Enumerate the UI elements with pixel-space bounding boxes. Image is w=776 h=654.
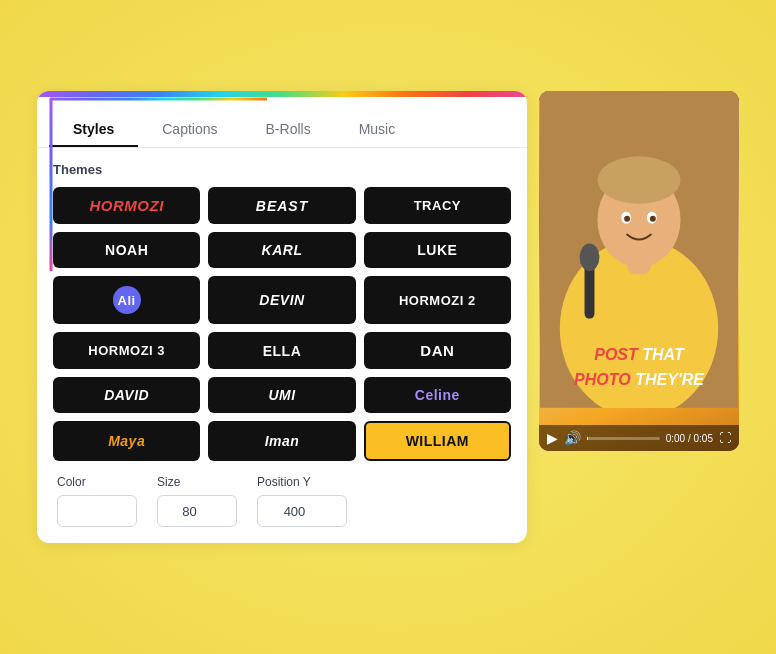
progress-fill (587, 437, 588, 440)
theme-button-iman[interactable]: Iman (208, 421, 355, 461)
subtitle-overlay: POST THAT PHOTO THEY'RE (539, 344, 739, 391)
size-input[interactable] (157, 495, 237, 527)
video-controls-bar: ▶ 🔊 0:00 / 0:05 ⛶ (539, 425, 739, 451)
volume-button[interactable]: 🔊 (564, 431, 581, 445)
time-display: 0:00 / 0:05 (666, 433, 713, 444)
theme-button-beast[interactable]: BEAST (208, 187, 355, 224)
subtitle-line1: POST THAT (547, 344, 731, 366)
size-control: Size (157, 475, 237, 527)
theme-button-karl[interactable]: KARL (208, 232, 355, 268)
ali-circle-badge: Ali (113, 286, 141, 314)
color-swatch[interactable] (57, 495, 137, 527)
theme-button-luke[interactable]: LUKE (364, 232, 511, 268)
tab-music[interactable]: Music (335, 113, 420, 147)
theme-button-william[interactable]: William (364, 421, 511, 461)
svg-point-6 (597, 156, 680, 204)
position-y-label: Position Y (257, 475, 347, 489)
theme-button-dan[interactable]: DAN (364, 332, 511, 369)
styles-panel: Styles Captions B-Rolls Music Themes HOR… (37, 91, 527, 543)
play-button[interactable]: ▶ (547, 431, 558, 445)
color-label: Color (57, 475, 137, 489)
subtitle-word-photo: PHOTO (574, 371, 631, 388)
theme-button-ali[interactable]: Ali (53, 276, 200, 324)
themes-label: Themes (53, 162, 511, 177)
theme-button-ella[interactable]: ELLA (208, 332, 355, 369)
theme-button-hormozi3[interactable]: HORMOZI 3 (53, 332, 200, 369)
rainbow-border (37, 91, 527, 97)
bottom-controls: Color Size Position Y (53, 475, 511, 527)
theme-button-hormozi[interactable]: HORMOZI (53, 187, 200, 224)
size-label: Size (157, 475, 237, 489)
video-panel: POST THAT PHOTO THEY'RE ▶ 🔊 0:00 / 0:05 … (539, 91, 739, 451)
app-container: Styles Captions B-Rolls Music Themes HOR… (37, 91, 739, 543)
subtitle-word-post: POST (594, 346, 638, 363)
theme-button-hormozi2[interactable]: HORMOZI 2 (364, 276, 511, 324)
position-y-input[interactable] (257, 495, 347, 527)
theme-button-david[interactable]: DAVID (53, 377, 200, 413)
svg-point-12 (650, 216, 656, 222)
theme-button-devin[interactable]: DEVIN (208, 276, 355, 324)
theme-button-umi[interactable]: UMI (208, 377, 355, 413)
position-y-control: Position Y (257, 475, 347, 527)
fullscreen-button[interactable]: ⛶ (719, 431, 731, 445)
subtitle-word-that: THAT (642, 346, 683, 363)
svg-point-11 (624, 216, 630, 222)
tab-captions[interactable]: Captions (138, 113, 241, 147)
subtitle-line2: PHOTO THEY'RE (547, 369, 731, 391)
progress-bar[interactable] (587, 437, 660, 440)
panel-content: Themes HORMOZI BEAST TRACY NOAH KARL LUK… (37, 148, 527, 543)
tabs-bar: Styles Captions B-Rolls Music (37, 101, 527, 148)
tab-brolls[interactable]: B-Rolls (242, 113, 335, 147)
color-control: Color (57, 475, 137, 527)
tab-styles[interactable]: Styles (49, 113, 138, 147)
themes-grid: HORMOZI BEAST TRACY NOAH KARL LUKE Ali D… (53, 187, 511, 461)
subtitle-word-theyre: THEY'RE (635, 371, 704, 388)
theme-button-noah[interactable]: NOAH (53, 232, 200, 268)
theme-button-tracy[interactable]: TRACY (364, 187, 511, 224)
svg-point-8 (580, 243, 600, 271)
theme-button-celine[interactable]: Celine (364, 377, 511, 413)
theme-button-maya[interactable]: Maya (53, 421, 200, 461)
